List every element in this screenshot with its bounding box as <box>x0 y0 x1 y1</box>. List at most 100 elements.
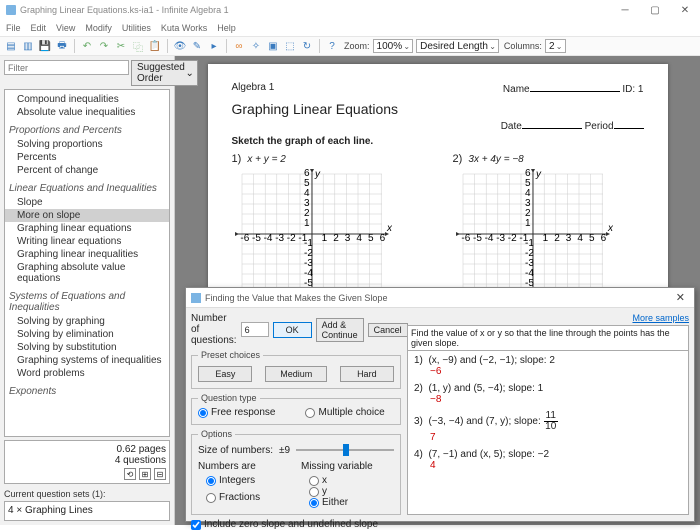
svg-text:5: 5 <box>368 233 374 244</box>
integers-radio[interactable]: Integers <box>206 475 291 486</box>
tree-item[interactable]: Percents <box>5 151 169 164</box>
zoom-select[interactable]: 100% <box>373 39 414 53</box>
maximize-button[interactable]: ▢ <box>640 0 670 20</box>
menu-modify[interactable]: Modify <box>85 23 112 33</box>
status-icon-3[interactable]: ⊟ <box>154 468 166 480</box>
close-button[interactable]: ✕ <box>670 0 700 20</box>
tree-item[interactable]: Compound inequalities <box>5 93 169 106</box>
refresh-icon[interactable]: ↻ <box>300 39 314 53</box>
multiple-choice-radio[interactable]: Multiple choice <box>305 407 384 418</box>
open-icon[interactable]: ▥ <box>21 39 35 53</box>
menu-edit[interactable]: Edit <box>31 23 47 33</box>
add-continue-button[interactable]: Add & Continue <box>316 318 364 342</box>
missing-x-radio[interactable]: x <box>309 475 394 486</box>
length-select[interactable]: Desired Length <box>416 39 499 53</box>
titlebar: Graphing Linear Equations.ks-ia1 - Infin… <box>0 0 700 20</box>
dialog-close-button[interactable]: ✕ <box>672 291 689 304</box>
columns-select[interactable]: 2 <box>545 39 566 53</box>
link-icon[interactable]: ∞ <box>232 39 246 53</box>
svg-text:-2: -2 <box>525 248 534 259</box>
menu-help[interactable]: Help <box>217 23 236 33</box>
cancel-button[interactable]: Cancel <box>368 323 408 337</box>
svg-text:-6: -6 <box>240 233 249 244</box>
print-icon[interactable]: 🖶 <box>55 39 69 53</box>
more-samples-link[interactable]: More samples <box>407 313 689 323</box>
svg-text:-5: -5 <box>473 233 482 244</box>
svg-text:-1: -1 <box>525 238 534 249</box>
svg-text:5: 5 <box>589 233 595 244</box>
missing-either-radio[interactable]: Either <box>309 497 394 508</box>
num-questions-label: Number of questions: <box>191 313 237 346</box>
tool3-icon[interactable]: ⬚ <box>283 39 297 53</box>
tree-item[interactable]: Solving by substitution <box>5 341 169 354</box>
zoom-label: Zoom: <box>344 41 370 51</box>
tree-item[interactable]: Slope <box>5 196 169 209</box>
tree-item[interactable]: Absolute value inequalities <box>5 106 169 119</box>
eye-icon[interactable]: 👁 <box>173 39 187 53</box>
svg-text:-1: -1 <box>304 238 313 249</box>
svg-text:y: y <box>535 169 542 180</box>
ok-button[interactable]: OK <box>273 322 312 338</box>
menu-view[interactable]: View <box>56 23 75 33</box>
easy-button[interactable]: Easy <box>198 366 252 382</box>
svg-text:5: 5 <box>304 178 310 189</box>
tree-item[interactable]: Percent of change <box>5 164 169 177</box>
missing-y-radio[interactable]: y <box>309 486 394 497</box>
size-slider[interactable] <box>296 443 394 457</box>
medium-button[interactable]: Medium <box>265 366 327 382</box>
sample-question: 4) (7, −1) and (x, 5); slope: −24 <box>414 449 682 471</box>
cut-icon[interactable]: ✂ <box>114 39 128 53</box>
question-options-dialog: Finding the Value that Makes the Given S… <box>185 287 695 522</box>
menu-kuta[interactable]: Kuta Works <box>161 23 207 33</box>
svg-text:3: 3 <box>344 233 350 244</box>
menu-utilities[interactable]: Utilities <box>122 23 151 33</box>
svg-text:-3: -3 <box>496 233 505 244</box>
tree-item[interactable]: More on slope <box>5 209 169 222</box>
tree-item[interactable]: Writing linear equations <box>5 235 169 248</box>
suggested-order-button[interactable]: Suggested Order⌄ <box>131 60 198 86</box>
svg-text:3: 3 <box>304 198 310 209</box>
filter-input[interactable] <box>4 60 129 75</box>
new-icon[interactable]: ▤ <box>4 39 18 53</box>
tree-item[interactable]: Graphing systems of inequalities <box>5 354 169 367</box>
sample-question: 1) (x, −9) and (−2, −1); slope: 2−6 <box>414 355 682 377</box>
tool2-icon[interactable]: ▣ <box>266 39 280 53</box>
nav-icon[interactable]: ▸ <box>207 39 221 53</box>
sidebar: Suggested Order⌄ Compound inequalitiesAb… <box>0 56 175 525</box>
edit-icon[interactable]: ✎ <box>190 39 204 53</box>
paste-icon[interactable]: 📋 <box>148 39 162 53</box>
save-icon[interactable]: 💾 <box>38 39 52 53</box>
topic-tree[interactable]: Compound inequalitiesAbsolute value ineq… <box>4 89 170 437</box>
tree-item[interactable]: Solving by graphing <box>5 315 169 328</box>
fractions-radio[interactable]: Fractions <box>206 492 291 503</box>
worksheet-title: Graphing Linear Equations <box>232 101 644 117</box>
help-icon[interactable]: ? <box>325 39 339 53</box>
status-icon-1[interactable]: ⟲ <box>124 468 136 480</box>
minimize-button[interactable]: ─ <box>610 0 640 20</box>
undo-icon[interactable]: ↶ <box>80 39 94 53</box>
copy-icon[interactable]: ⿻ <box>131 39 145 53</box>
redo-icon[interactable]: ↷ <box>97 39 111 53</box>
hard-button[interactable]: Hard <box>340 366 394 382</box>
svg-text:4: 4 <box>525 188 531 199</box>
instructions: Sketch the graph of each line. <box>232 136 644 147</box>
free-response-radio[interactable]: Free response <box>198 407 275 418</box>
question-type-group: Question type Free response Multiple cho… <box>191 393 401 425</box>
tree-item[interactable]: Word problems <box>5 367 169 380</box>
menu-file[interactable]: File <box>6 23 21 33</box>
svg-text:-4: -4 <box>304 268 313 279</box>
tree-item[interactable]: Solving by elimination <box>5 328 169 341</box>
tree-item[interactable]: Graphing linear equations <box>5 222 169 235</box>
tool1-icon[interactable]: ✧ <box>249 39 263 53</box>
dialog-icon <box>191 293 201 303</box>
svg-text:-4: -4 <box>525 268 534 279</box>
status-icon-2[interactable]: ⊞ <box>139 468 151 480</box>
svg-text:-6: -6 <box>461 233 470 244</box>
tree-item[interactable]: Graphing linear inequalities <box>5 248 169 261</box>
svg-text:x: x <box>386 223 392 234</box>
svg-text:3: 3 <box>565 233 571 244</box>
tree-item[interactable]: Graphing absolute value equations <box>5 261 169 285</box>
tree-item[interactable]: Solving proportions <box>5 138 169 151</box>
question-sets-box[interactable]: 4 × Graphing Lines <box>4 501 170 521</box>
num-questions-input[interactable] <box>241 322 269 337</box>
